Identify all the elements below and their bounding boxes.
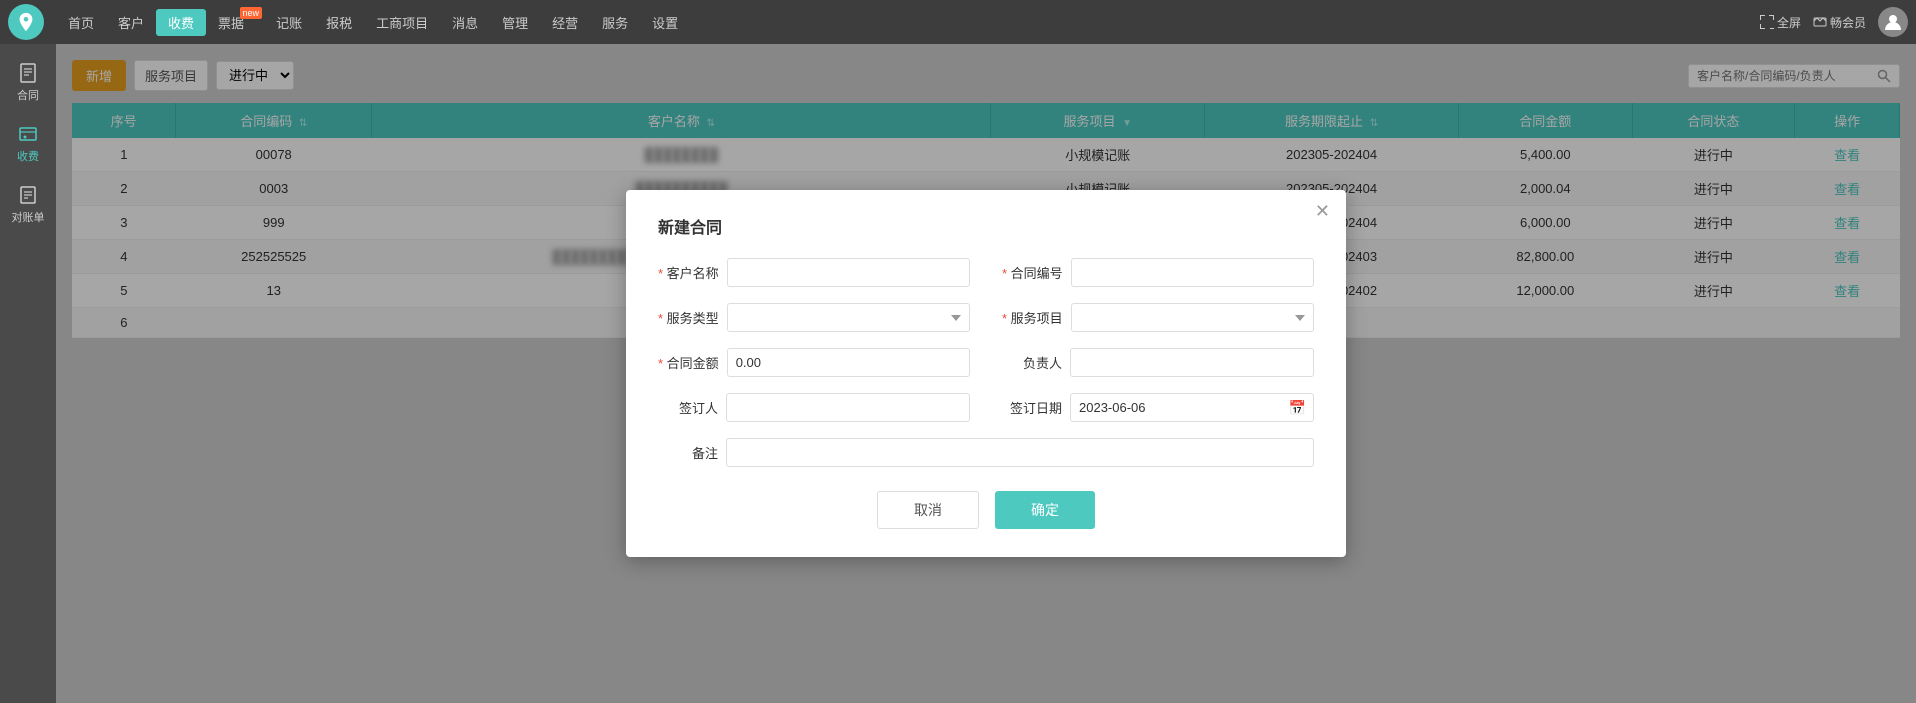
sign-date-wrapper: 📅 [1070, 393, 1314, 422]
sidebar: 合同 收费 对账单 [0, 44, 56, 703]
customer-name-row: 客户名称 [658, 258, 970, 287]
contract-amount-row: 合同金额 [658, 348, 970, 377]
nav-home[interactable]: 首页 [56, 9, 106, 36]
remark-label: 备注 [658, 443, 718, 462]
sign-date-label: 签订日期 [1002, 398, 1062, 417]
contract-icon [17, 62, 39, 84]
service-type-row: 服务类型 [658, 303, 970, 332]
modal-title: 新建合同 [658, 214, 1314, 238]
app-logo[interactable] [8, 4, 44, 40]
top-nav: 首页 客户 收费 票据 new 记账 报税 工商项目 消息 管理 经营 服务 设… [0, 0, 1916, 44]
sign-date-row: 签订日期 📅 [1002, 393, 1314, 422]
contract-code-input[interactable] [1071, 258, 1314, 287]
fullscreen-button[interactable]: 全屏 [1760, 14, 1801, 31]
contract-amount-label: 合同金额 [658, 353, 719, 372]
modal-overlay: ✕ 新建合同 客户名称 合同编号 服务类型 [56, 44, 1916, 703]
sign-date-input[interactable] [1070, 393, 1314, 422]
customer-name-input[interactable] [727, 258, 970, 287]
nav-right: 全屏 畅会员 [1760, 7, 1908, 37]
service-type-label: 服务类型 [658, 308, 719, 327]
vip-button[interactable]: 畅会员 [1813, 14, 1866, 31]
responsible-row: 负责人 [1002, 348, 1314, 377]
modal-footer: 取消 确定 [658, 491, 1314, 529]
contract-amount-input[interactable] [727, 348, 970, 377]
nav-manage[interactable]: 管理 [490, 9, 540, 36]
user-avatar[interactable] [1878, 7, 1908, 37]
nav-tax[interactable]: 报税 [314, 9, 364, 36]
responsible-label: 负责人 [1002, 353, 1062, 372]
nav-operation[interactable]: 经营 [540, 9, 590, 36]
nav-account[interactable]: 记账 [264, 9, 314, 36]
calendar-icon[interactable]: 📅 [1289, 399, 1306, 416]
service-type-select[interactable] [727, 303, 970, 332]
nav-fee[interactable]: 收费 [156, 9, 206, 36]
signer-input[interactable] [726, 393, 970, 422]
customer-name-label: 客户名称 [658, 263, 719, 282]
nav-bill[interactable]: 票据 new [206, 9, 264, 36]
service-item-row: 服务项目 [1002, 303, 1314, 332]
new-contract-modal: ✕ 新建合同 客户名称 合同编号 服务类型 [626, 190, 1346, 557]
remark-input[interactable] [726, 438, 1314, 467]
nav-customer[interactable]: 客户 [106, 9, 156, 36]
sidebar-item-fee[interactable]: 收费 [0, 113, 56, 174]
statement-icon [17, 184, 39, 206]
service-item-label: 服务项目 [1002, 308, 1063, 327]
nav-service[interactable]: 服务 [590, 9, 640, 36]
confirm-button[interactable]: 确定 [995, 491, 1095, 529]
close-icon[interactable]: ✕ [1315, 202, 1330, 220]
signer-label: 签订人 [658, 398, 718, 417]
main-area: 合同 收费 对账单 新增 服务项目 进行中 已完成 已取消 [0, 44, 1916, 703]
nav-bizproject[interactable]: 工商项目 [364, 9, 440, 36]
contract-code-row: 合同编号 [1002, 258, 1314, 287]
nav-items: 首页 客户 收费 票据 new 记账 报税 工商项目 消息 管理 经营 服务 设… [56, 9, 1760, 36]
sidebar-item-statement[interactable]: 对账单 [0, 174, 56, 235]
contract-code-label: 合同编号 [1002, 263, 1063, 282]
new-badge: new [240, 7, 263, 19]
form-grid: 客户名称 合同编号 服务类型 服务项目 [658, 258, 1314, 422]
remark-row: 备注 [658, 438, 1314, 467]
content-area: 新增 服务项目 进行中 已完成 已取消 序号 合同编码 ⇅ [56, 44, 1916, 703]
nav-settings[interactable]: 设置 [640, 9, 690, 36]
signer-row: 签订人 [658, 393, 970, 422]
service-item-select[interactable] [1071, 303, 1314, 332]
sidebar-item-contract[interactable]: 合同 [0, 52, 56, 113]
cancel-button[interactable]: 取消 [877, 491, 979, 529]
fee-icon [17, 123, 39, 145]
responsible-input[interactable] [1070, 348, 1314, 377]
nav-message[interactable]: 消息 [440, 9, 490, 36]
